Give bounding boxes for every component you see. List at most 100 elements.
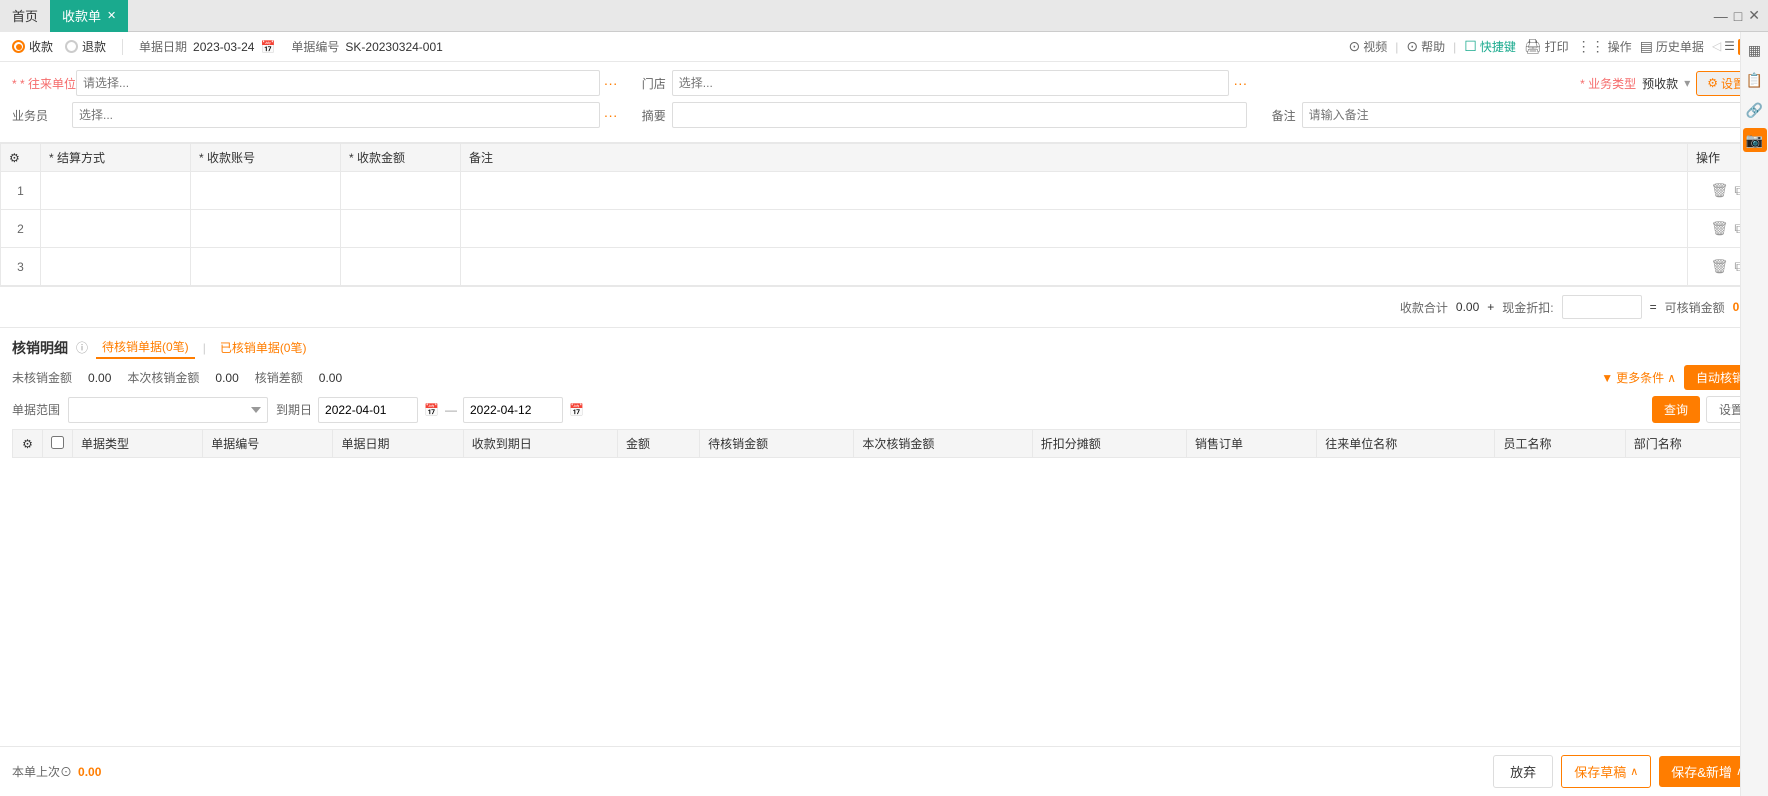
btn-print[interactable]: 🖨 打印 bbox=[1524, 38, 1569, 55]
range-select[interactable] bbox=[68, 397, 268, 423]
tab-receipt[interactable]: 收款单 ✕ bbox=[50, 0, 128, 32]
row-2-settle[interactable] bbox=[41, 210, 191, 248]
business-type-field: * 业务类型 预收款 ▾ ⚙ 设置 bbox=[1272, 71, 1756, 96]
save-draft-button[interactable]: 保存草稿 ∧ bbox=[1561, 755, 1651, 788]
tab-home[interactable]: 首页 bbox=[0, 0, 50, 32]
select-all-checkbox[interactable] bbox=[51, 436, 64, 449]
more-conditions-btn[interactable]: ▼ 更多条件 ∧ bbox=[1601, 369, 1676, 386]
bottom-check-header bbox=[43, 430, 73, 458]
diff-label: 核销差额 bbox=[255, 369, 303, 386]
right-sidebar: ▦ 📋 🔗 📷 bbox=[1740, 32, 1768, 796]
btn-print-label: 打印 bbox=[1545, 38, 1569, 55]
radio-refund[interactable]: 退款 bbox=[65, 38, 106, 55]
business-type-dropdown-icon[interactable]: ▾ bbox=[1684, 76, 1690, 90]
more-conditions-label: 更多条件 bbox=[1616, 369, 1664, 386]
due-date-label: 到期日 bbox=[276, 401, 312, 418]
sidebar-camera-icon[interactable]: 📷 bbox=[1743, 128, 1767, 152]
row-1-account[interactable] bbox=[191, 172, 341, 210]
radio-collect[interactable]: 收款 bbox=[12, 38, 53, 55]
settle-header: * 结算方式 bbox=[41, 144, 191, 172]
radio-collect-label: 收款 bbox=[29, 38, 53, 55]
row-1-remark-input[interactable] bbox=[461, 172, 1687, 209]
maximize-icon[interactable]: □ bbox=[1734, 8, 1742, 24]
row-1-amount-input[interactable] bbox=[341, 172, 460, 209]
footer-right: 放弃 保存草稿 ∧ 保存&新增 ∧ bbox=[1493, 755, 1756, 788]
row-3-remark[interactable] bbox=[461, 248, 1688, 286]
row-1-amount[interactable] bbox=[341, 172, 461, 210]
row-3-remark-input[interactable] bbox=[461, 248, 1687, 285]
query-button[interactable]: 查询 bbox=[1652, 396, 1700, 423]
due-from-input[interactable] bbox=[318, 397, 418, 423]
sidebar-table-icon[interactable]: ▦ bbox=[1743, 38, 1767, 62]
chevron-up-icon: ∧ bbox=[1667, 371, 1676, 385]
info-icon[interactable]: ⓘ bbox=[76, 339, 88, 356]
bottom-gear-header[interactable]: ⚙ bbox=[13, 430, 43, 458]
row-3-settle-input[interactable] bbox=[41, 248, 190, 285]
row-2-amount-input[interactable] bbox=[341, 210, 460, 247]
account-header: * 收款账号 bbox=[191, 144, 341, 172]
row-3-settle[interactable] bbox=[41, 248, 191, 286]
bottom-due-date-header: 收款到期日 bbox=[463, 430, 617, 458]
row-2-remark[interactable] bbox=[461, 210, 1688, 248]
row-2-remark-input[interactable] bbox=[461, 210, 1687, 247]
row-1-account-input[interactable] bbox=[191, 172, 340, 209]
store-input[interactable] bbox=[672, 70, 1230, 96]
radio-refund-label: 退款 bbox=[82, 38, 106, 55]
minimize-icon[interactable]: — bbox=[1714, 8, 1728, 24]
btn-help[interactable]: ⊙ 帮助 bbox=[1406, 38, 1445, 55]
partner-field: * 往来单位 ··· bbox=[12, 70, 618, 96]
due-from-cal-icon[interactable]: 📅 bbox=[424, 403, 439, 417]
date-label: 单据日期 bbox=[139, 38, 187, 55]
btn-shortcut[interactable]: ☐ 快捷键 bbox=[1464, 38, 1516, 55]
discount-input[interactable] bbox=[1562, 295, 1642, 319]
row-3-account-input[interactable] bbox=[191, 248, 340, 285]
calendar-icon[interactable]: 📅 bbox=[260, 40, 275, 54]
sidebar-doc-icon[interactable]: 📋 bbox=[1743, 68, 1767, 92]
btn-shortcut-label: 快捷键 bbox=[1480, 38, 1516, 55]
row-1-remark[interactable] bbox=[461, 172, 1688, 210]
row-2-account[interactable] bbox=[191, 210, 341, 248]
partner-input[interactable] bbox=[76, 70, 600, 96]
gear-header[interactable]: ⚙ bbox=[1, 144, 41, 172]
btn-action[interactable]: ⋮⋮ 操作 bbox=[1577, 38, 1632, 55]
row-1-settle[interactable] bbox=[41, 172, 191, 210]
store-more-icon[interactable]: ··· bbox=[1233, 75, 1247, 91]
row-3-amount[interactable] bbox=[341, 248, 461, 286]
tab-close-icon[interactable]: ✕ bbox=[107, 9, 116, 22]
bottom-table-container[interactable]: ⚙ 单据类型 单据编号 单据日期 收款到期日 金额 待核销金额 本次核 bbox=[12, 429, 1756, 746]
bottom-pending-header: 待核销金额 bbox=[700, 430, 854, 458]
toggle-left-icon[interactable]: ◁ bbox=[1712, 39, 1721, 55]
summary-input[interactable] bbox=[672, 102, 1248, 128]
row-1-delete-icon[interactable]: 🗑 bbox=[1711, 182, 1729, 199]
row-2-settle-input[interactable] bbox=[41, 210, 190, 247]
form-area: * 往来单位 ··· 门店 ··· * 业务类型 预收款 ▾ bbox=[0, 62, 1768, 143]
due-to-cal-icon[interactable]: 📅 bbox=[569, 403, 584, 417]
due-to-input[interactable] bbox=[463, 397, 563, 423]
tab-done[interactable]: 已核销单据(0笔) bbox=[214, 337, 313, 358]
abandon-button[interactable]: 放弃 bbox=[1493, 755, 1553, 788]
main-content: 收款 退款 单据日期 2023-03-24 📅 单据编号 SK-20230324… bbox=[0, 32, 1768, 796]
bill-value: SK-20230324-001 bbox=[345, 40, 442, 54]
row-1-settle-input[interactable] bbox=[41, 172, 190, 209]
row-2-amount[interactable] bbox=[341, 210, 461, 248]
row-3-delete-icon[interactable]: 🗑 bbox=[1711, 258, 1729, 275]
staff-more-icon[interactable]: ··· bbox=[604, 107, 618, 123]
btn-video[interactable]: ⊙ 视频 bbox=[1349, 38, 1388, 55]
toggle-list-icon[interactable]: ☰ bbox=[1724, 39, 1735, 55]
row-3-account[interactable] bbox=[191, 248, 341, 286]
btn-history[interactable]: ▤ 历史单据 bbox=[1640, 38, 1704, 55]
remark-input[interactable] bbox=[1302, 102, 1756, 128]
close-icon[interactable]: ✕ bbox=[1748, 7, 1760, 24]
row-3-amount-input[interactable] bbox=[341, 248, 460, 285]
sep2: | bbox=[1453, 40, 1456, 54]
verify-section: 核销明细 ⓘ 待核销单据(0笔) | 已核销单据(0笔) 未核销金额 0.00 … bbox=[0, 328, 1768, 746]
sidebar-link-icon[interactable]: 🔗 bbox=[1743, 98, 1767, 122]
staff-input[interactable] bbox=[72, 102, 600, 128]
partner-more-icon[interactable]: ··· bbox=[604, 75, 618, 91]
row-2-delete-icon[interactable]: 🗑 bbox=[1711, 220, 1729, 237]
main-table: ⚙ * 结算方式 * 收款账号 * 收款金额 备注 操作 1 bbox=[0, 143, 1768, 286]
diff-value: 0.00 bbox=[319, 371, 342, 385]
staff-label: 业务员 bbox=[12, 107, 72, 124]
tab-pending[interactable]: 待核销单据(0笔) bbox=[96, 336, 195, 359]
row-2-account-input[interactable] bbox=[191, 210, 340, 247]
